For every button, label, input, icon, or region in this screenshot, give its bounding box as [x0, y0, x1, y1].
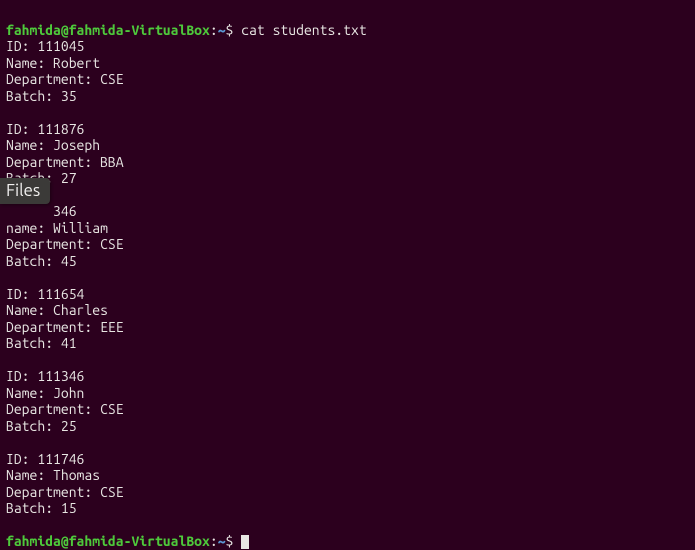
output-block: ID: 111045Name: RobertDepartment: CSEBat…	[6, 38, 689, 517]
prompt-symbol: $	[226, 22, 234, 38]
record-id: ID: 111346	[6, 368, 689, 385]
prompt-user-host: fahmida@fahmida-VirtualBox	[6, 22, 210, 38]
student-record: ID: 111045Name: RobertDepartment: CSEBat…	[6, 38, 689, 104]
record-id: ID: 111876	[6, 121, 689, 138]
student-record: 346name: WilliamDepartment: CSEBatch: 45	[6, 203, 689, 269]
record-department: Department: BBA	[6, 154, 689, 171]
record-department: Department: CSE	[6, 484, 689, 501]
student-record: ID: 111346Name: JohnDepartment: CSEBatch…	[6, 368, 689, 434]
record-name: Name: Thomas	[6, 467, 689, 484]
record-id: ID: 111045	[6, 38, 689, 55]
record-id: ID: 111654	[6, 286, 689, 303]
record-name: Name: John	[6, 385, 689, 402]
record-name: Name: Charles	[6, 302, 689, 319]
prompt-separator: :	[210, 22, 218, 38]
record-department: Department: CSE	[6, 401, 689, 418]
prompt-symbol: $	[226, 533, 234, 549]
prompt-path: ~	[218, 22, 226, 38]
record-department: Department: EEE	[6, 319, 689, 336]
record-department: Department: CSE	[6, 71, 689, 88]
prompt-line-1: fahmida@fahmida-VirtualBox:~$ cat studen…	[6, 22, 367, 38]
record-batch: Batch: 45	[6, 253, 689, 270]
student-record: ID: 111654Name: CharlesDepartment: EEEBa…	[6, 286, 689, 352]
record-name: Name: Joseph	[6, 137, 689, 154]
prompt-path: ~	[218, 533, 226, 549]
terminal[interactable]: fahmida@fahmida-VirtualBox:~$ cat studen…	[6, 5, 689, 550]
prompt-separator: :	[210, 533, 218, 549]
cursor	[241, 535, 249, 549]
record-department: Department: CSE	[6, 236, 689, 253]
record-id: 346	[6, 203, 689, 220]
blank-line	[6, 434, 689, 451]
record-name: name: William	[6, 220, 689, 237]
record-batch: Batch: 35	[6, 88, 689, 105]
record-batch: Batch: 41	[6, 335, 689, 352]
record-id: ID: 111746	[6, 451, 689, 468]
student-record: ID: 111746Name: ThomasDepartment: CSEBat…	[6, 451, 689, 517]
command-text: cat students.txt	[241, 22, 366, 38]
prompt-user-host: fahmida@fahmida-VirtualBox	[6, 533, 210, 549]
blank-line	[6, 352, 689, 369]
files-tooltip-label: Files	[6, 181, 40, 200]
record-name: Name: Robert	[6, 55, 689, 72]
blank-line	[6, 269, 689, 286]
record-batch: Batch: 27	[6, 170, 689, 187]
blank-line	[6, 187, 689, 204]
record-batch: Batch: 15	[6, 500, 689, 517]
files-tooltip: Files	[0, 178, 50, 204]
student-record: ID: 111876Name: JosephDepartment: BBABat…	[6, 121, 689, 187]
record-batch: Batch: 25	[6, 418, 689, 435]
blank-line	[6, 104, 689, 121]
prompt-line-2: fahmida@fahmida-VirtualBox:~$	[6, 533, 249, 549]
